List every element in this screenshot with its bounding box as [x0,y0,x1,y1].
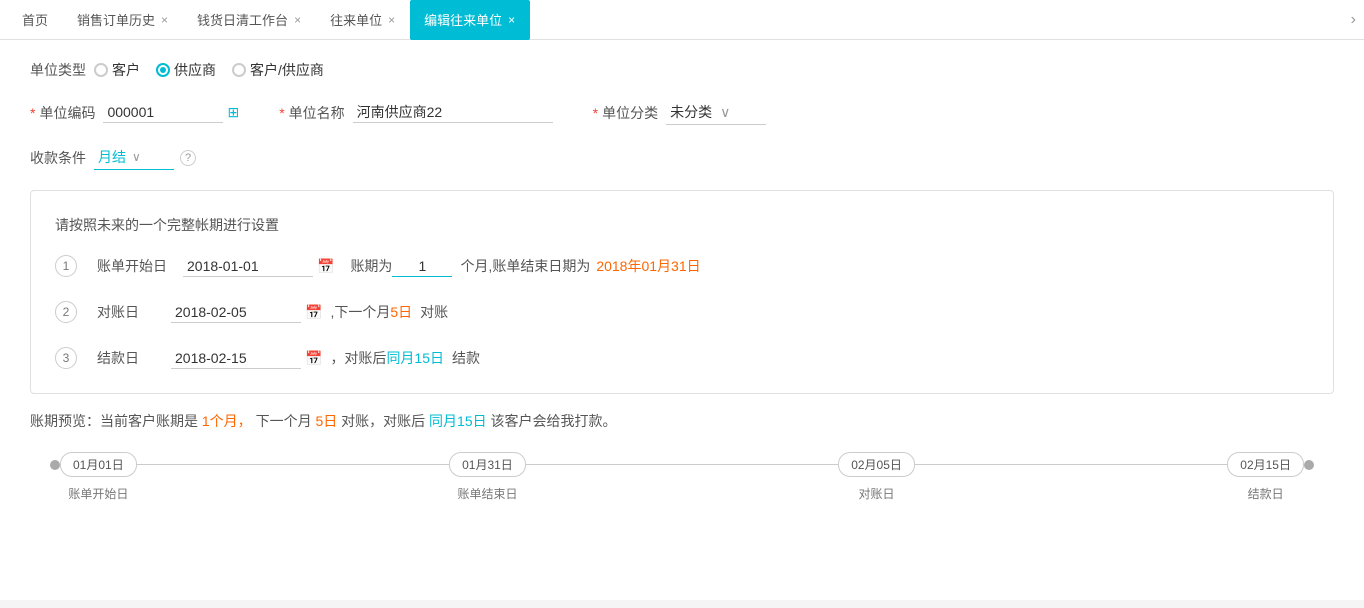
radio-circle-supplier [156,63,170,77]
scroll-right-icon[interactable]: › [1351,11,1356,29]
step-num-3: 3 [55,347,77,369]
radio-label-customer: 客户 [112,60,140,80]
timeline-label-2: 账单结束日 [457,485,517,502]
step-label-1: 账单开始日 [97,256,167,276]
timeline-badge-1: 01月01日 [60,452,137,477]
tab-partner[interactable]: 往来单位 × [316,0,410,40]
step-label-3: 结款日 [97,348,139,368]
timeline-wrapper: 01月01日 账单开始日 01月31日 账单结束日 02月05日 对账日 02月… [30,452,1334,502]
tab-sales-history[interactable]: 销售订单历史 × [63,0,183,40]
close-icon[interactable]: × [294,13,301,27]
timeline-label-4: 结款日 [1248,485,1284,502]
payment-label: 收款条件 [30,148,86,168]
unit-class-group: * 单位分类 未分类 ∨ [593,100,766,125]
radio-group-unit-type: 客户 供应商 客户/供应商 [94,60,324,80]
section-title: 请按照未来的一个完整帐期进行设置 [55,215,1309,235]
radio-circle-both [232,63,246,77]
step-desc-2-suf: 对账 [420,302,448,322]
unit-info-row: * 单位编码 ⊞ * 单位名称 * 单位分类 未分类 ∨ [30,100,1334,125]
preview-highlight1: 1个月， [202,413,252,429]
step-label-2: 对账日 [97,302,139,322]
timeline-start-dot [50,460,60,470]
tab-bar: 首页 销售订单历史 × 钱货日清工作台 × 往来单位 × 编辑往来单位 × › [0,0,1364,40]
tab-home[interactable]: 首页 [8,0,63,40]
timeline-row: 01月01日 账单开始日 01月31日 账单结束日 02月05日 对账日 02月… [50,452,1314,502]
timeline-label-1: 账单开始日 [68,485,128,502]
step-desc-3-highlight: 同月15日 [386,348,444,368]
unit-type-label: 单位类型 [30,60,86,80]
unit-code-label: 单位编码 [39,103,95,123]
preview-mid1: 下一个月 [256,413,312,429]
timeline-point-2: 01月31日 账单结束日 [449,452,526,502]
timeline-line [70,464,1294,465]
required-star: * [593,105,598,121]
step-desc-2-pre: ,下一个月 [330,302,390,322]
preview-highlight2: 5日 [315,413,337,429]
help-icon[interactable]: ? [180,150,196,166]
required-star: * [30,105,35,121]
step-row-2: 2 对账日 📅 ,下一个月 5日 对账 [55,301,1309,323]
step-num-2: 2 [55,301,77,323]
radio-label-supplier: 供应商 [174,60,216,80]
step-desc-2-highlight: 5日 [390,302,412,322]
radio-label-both: 客户/供应商 [250,60,324,80]
close-icon[interactable]: × [508,13,515,27]
preview-suffix: 该客户会给我打款。 [491,413,617,429]
unit-name-group: * 单位名称 [279,102,552,123]
main-content: 单位类型 客户 供应商 客户/供应商 * 单位编码 ⊞ * 单位名称 [0,40,1364,600]
preview-highlight3: 同月15日 [429,413,487,429]
calendar-icon-2[interactable]: 📅 [305,304,322,321]
payment-select[interactable]: 月结 ∨ [94,145,174,170]
unit-type-row: 单位类型 客户 供应商 客户/供应商 [30,60,1334,80]
unit-class-select[interactable]: 未分类 ∨ [666,100,766,125]
preview-prefix: 账期预览：当前客户账期是 [30,413,198,429]
preview-text: 账期预览：当前客户账期是 1个月， 下一个月 5日 对账，对账后 同月15日 该… [30,410,1334,432]
step-num-1: 1 [55,255,77,277]
close-icon[interactable]: × [388,13,395,27]
timeline-badge-3: 02月05日 [838,452,915,477]
step-end-date: 2018年01月31日 [596,256,700,276]
timeline-badge-2: 01月31日 [449,452,526,477]
timeline-label-3: 对账日 [859,485,895,502]
chevron-down-icon: ∨ [132,150,141,164]
timeline-point-1: 01月01日 账单开始日 [60,452,137,502]
tab-edit-partner[interactable]: 编辑往来单位 × [410,0,530,40]
copy-icon[interactable]: ⊞ [227,104,239,121]
radio-circle-customer [94,63,108,77]
close-icon[interactable]: × [161,13,168,27]
chevron-down-icon: ∨ [720,104,730,121]
calendar-icon-3[interactable]: 📅 [305,350,322,367]
timeline-points: 01月01日 账单开始日 01月31日 账单结束日 02月05日 对账日 02月… [60,452,1304,502]
unit-class-value: 未分类 [670,102,712,122]
timeline-end-dot [1304,460,1314,470]
step-period-prefix: 账期为 [350,256,392,276]
timeline-badge-4: 02月15日 [1227,452,1304,477]
radio-customer[interactable]: 客户 [94,60,140,80]
unit-name-input[interactable] [353,102,553,123]
unit-code-group: * 单位编码 ⊞ [30,102,239,123]
section-box: 请按照未来的一个完整帐期进行设置 1 账单开始日 📅 账期为 个月,账单结束日期… [30,190,1334,394]
step-desc-3-pre: ，对账后 [330,348,386,368]
unit-name-label: 单位名称 [289,103,345,123]
required-star: * [279,105,284,121]
radio-supplier[interactable]: 供应商 [156,60,216,80]
timeline-point-3: 02月05日 对账日 [838,452,915,502]
step-date-input-2[interactable] [171,302,301,323]
unit-code-input[interactable] [103,102,223,123]
radio-both[interactable]: 客户/供应商 [232,60,324,80]
calendar-icon-1[interactable]: 📅 [317,258,334,275]
timeline-point-4: 02月15日 结款日 [1227,452,1304,502]
unit-class-label: 单位分类 [602,103,658,123]
step-desc-3-suf: 结款 [452,348,480,368]
step-period-input[interactable] [392,256,452,277]
tab-cash-work[interactable]: 钱货日清工作台 × [183,0,316,40]
payment-value: 月结 [98,147,126,167]
step-date-input-1[interactable] [183,256,313,277]
step-period-suffix: 个月,账单结束日期为 [460,256,590,276]
payment-row: 收款条件 月结 ∨ ? [30,145,1334,170]
step-row-3: 3 结款日 📅 ，对账后 同月15日 结款 [55,347,1309,369]
step-date-input-3[interactable] [171,348,301,369]
step-row-1: 1 账单开始日 📅 账期为 个月,账单结束日期为 2018年01月31日 [55,255,1309,277]
preview-mid2: 对账，对账后 [341,413,429,429]
